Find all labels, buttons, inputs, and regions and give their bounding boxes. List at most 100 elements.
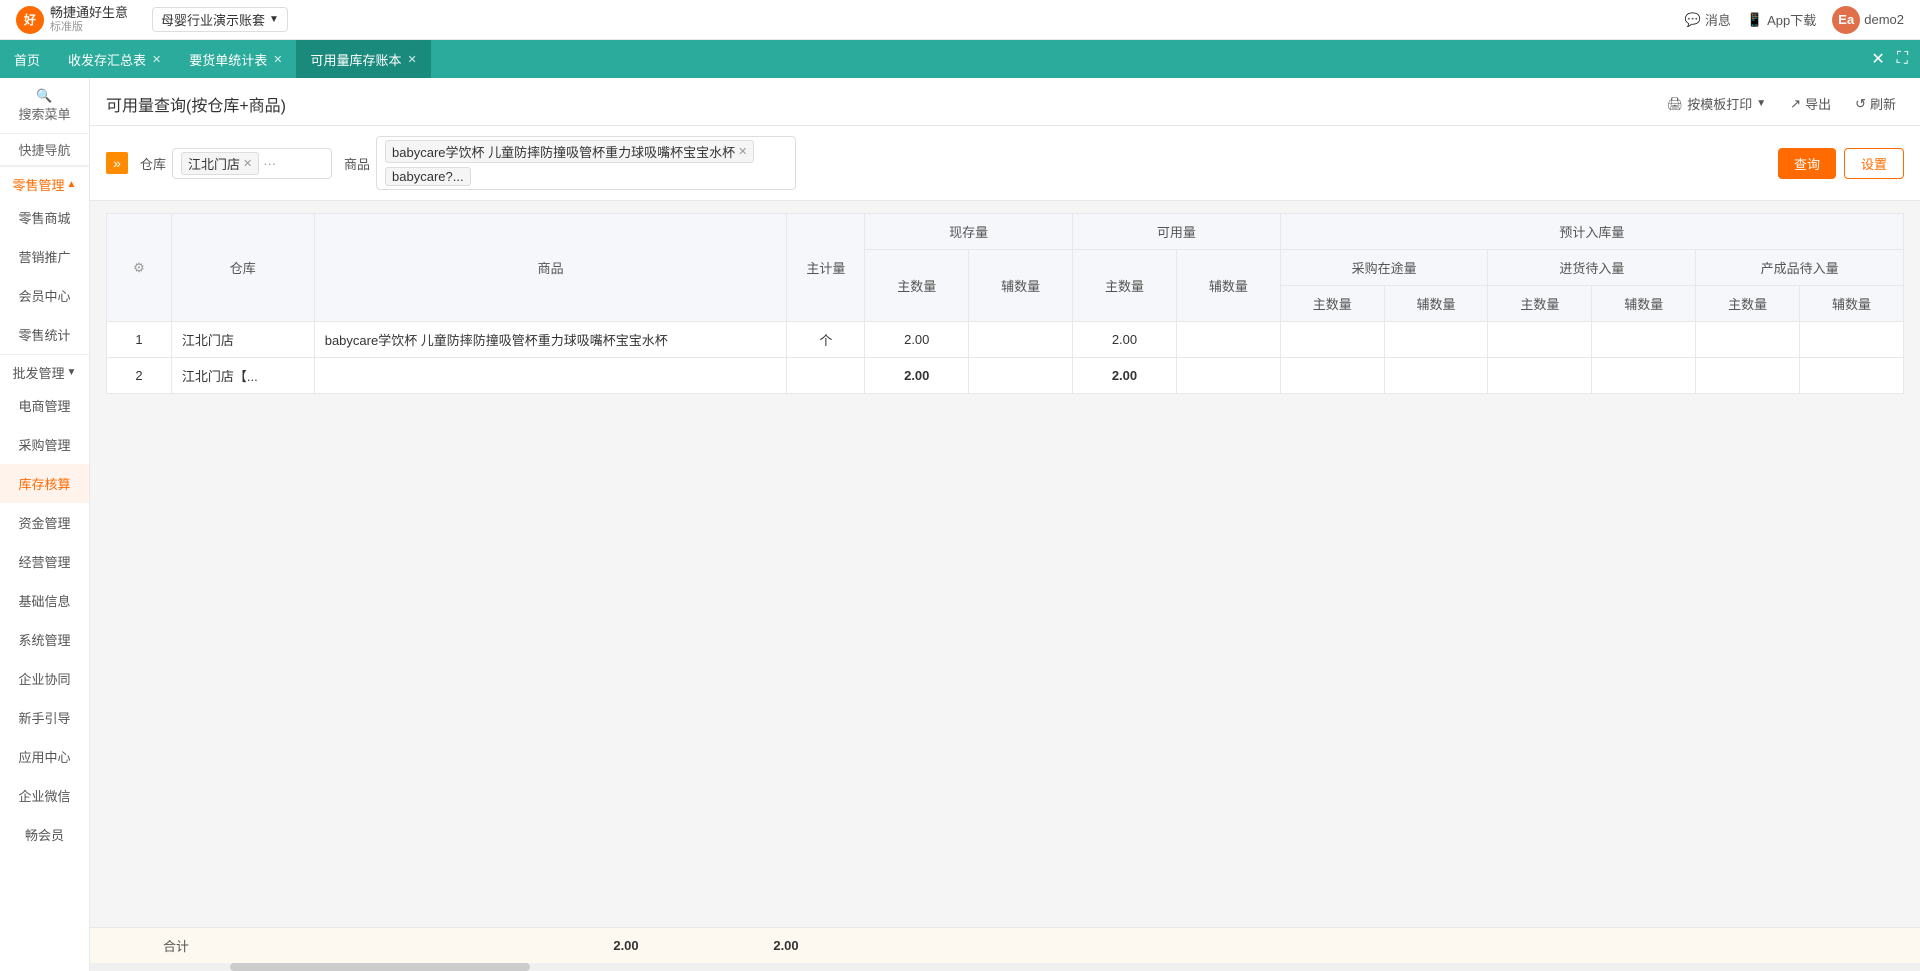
cell-products-pending-main-0 — [1696, 322, 1800, 358]
cell-current-main-1: 2.00 — [865, 358, 969, 394]
sidebar-item-wholesale-mgmt[interactable]: 批发管理 ▼ — [0, 354, 89, 386]
table-container: ⚙ 仓库 商品 主计量 现存量 — [90, 201, 1920, 927]
setting-button[interactable]: 设置 — [1844, 148, 1904, 179]
page-header: 可用量查询(按仓库+商品) 🖨 按模板打印 ▼ ↗ 导出 ↺ 刷新 — [90, 78, 1920, 126]
logo-text: 畅捷通好生意 标准版 — [50, 5, 128, 34]
sidebar-item-ecommerce[interactable]: 电商管理 — [0, 386, 89, 425]
settings-icon[interactable]: ⚙ — [133, 260, 145, 275]
warehouse-filter-group: 仓库 江北门店 ✕ ··· — [140, 148, 332, 179]
chevron-down-icon: ▼ — [269, 14, 279, 25]
sidebar-item-vip-member[interactable]: 畅会员 — [0, 815, 89, 854]
cell-current-aux-0 — [969, 322, 1073, 358]
th-purchase-transit-aux: 辅数量 — [1384, 286, 1488, 322]
sidebar-item-app-center[interactable]: 应用中心 — [0, 737, 89, 776]
cell-seq-0: 1 — [107, 322, 172, 358]
sidebar-item-operations[interactable]: 经营管理 — [0, 542, 89, 581]
cell-product-0: babycare学饮杯 儿童防摔防撞吸管杯重力球吸嘴杯宝宝水杯 — [314, 322, 787, 358]
message-button[interactable]: 💬 消息 — [1685, 10, 1731, 29]
th-available-aux: 辅数量 — [1176, 250, 1280, 322]
sidebar: 🔍 搜索菜单 快捷导航 零售管理 ▲ 零售商城 营销推广 会员中心 零售统计 批… — [0, 78, 90, 971]
filter-actions: 查询 设置 — [1778, 148, 1904, 179]
th-current-main: 主数量 — [865, 250, 969, 322]
th-goods-pending-main: 主数量 — [1488, 286, 1592, 322]
print-icon: 🖨 — [1667, 96, 1684, 112]
refresh-button[interactable]: ↺ 刷新 — [1847, 90, 1904, 117]
cell-purchase-transit-main-0 — [1280, 322, 1384, 358]
app-icon: 📱 — [1747, 12, 1763, 28]
sidebar-item-finance[interactable]: 资金管理 — [0, 503, 89, 542]
th-purchase-transit-main: 主数量 — [1280, 286, 1384, 322]
export-button[interactable]: ↗ 导出 — [1782, 90, 1839, 117]
close-all-tabs-icon[interactable]: ✕ — [1871, 49, 1884, 69]
product-tag-close-0[interactable]: ✕ — [738, 145, 747, 158]
warehouse-tag-close[interactable]: ✕ — [243, 157, 252, 170]
user-menu[interactable]: Ea demo2 — [1832, 6, 1904, 34]
query-button[interactable]: 查询 — [1778, 148, 1836, 179]
search-icon: 🔍 — [36, 88, 52, 103]
tab-receipts[interactable]: 收发存汇总表 ✕ — [54, 40, 175, 78]
tab-bar: 首页 收发存汇总表 ✕ 要货单统计表 ✕ 可用量库存账本 ✕ ✕ ⛶ — [0, 40, 1920, 78]
avatar: Ea — [1832, 6, 1860, 34]
sidebar-item-enterprise-wechat[interactable]: 企业微信 — [0, 776, 89, 815]
cell-current-aux-1 — [969, 358, 1073, 394]
product-filter-label: 商品 — [344, 154, 370, 173]
footer-label: 合计 — [106, 936, 246, 955]
export-icon: ↗ — [1790, 96, 1801, 112]
th-current-stock: 现存量 — [865, 214, 1073, 250]
tab-close-available[interactable]: ✕ — [408, 53, 417, 66]
sidebar-item-marketing[interactable]: 营销推广 — [0, 237, 89, 276]
page-content: 可用量查询(按仓库+商品) 🖨 按模板打印 ▼ ↗ 导出 ↺ 刷新 » — [90, 78, 1920, 971]
print-button[interactable]: 🖨 按模板打印 ▼ — [1659, 90, 1774, 117]
th-forecast-in: 预计入库量 — [1280, 214, 1903, 250]
footer-current-main: 2.00 — [586, 938, 666, 953]
tab-orders[interactable]: 要货单统计表 ✕ — [175, 40, 296, 78]
scroll-thumb[interactable] — [230, 963, 530, 971]
th-products-pending-aux: 辅数量 — [1800, 286, 1904, 322]
sidebar-item-inventory[interactable]: 库存核算 — [0, 464, 89, 503]
main-area: 🔍 搜索菜单 快捷导航 零售管理 ▲ 零售商城 营销推广 会员中心 零售统计 批… — [0, 78, 1920, 971]
industry-selector[interactable]: 母婴行业演示账套 ▼ — [152, 7, 288, 32]
sidebar-item-enterprise[interactable]: 企业协同 — [0, 659, 89, 698]
tab-bar-actions: ✕ ⛶ — [1859, 49, 1920, 69]
cell-warehouse-1: 江北门店【... — [171, 358, 314, 394]
th-unit: 主计量 — [787, 214, 865, 322]
tab-close-orders[interactable]: ✕ — [273, 53, 282, 66]
table-row: 2 江北门店【... 2.00 2.00 — [107, 358, 1904, 394]
cell-products-pending-aux-0 — [1800, 322, 1904, 358]
warehouse-filter-input[interactable]: 江北门店 ✕ ··· — [172, 148, 332, 179]
sidebar-item-member[interactable]: 会员中心 — [0, 276, 89, 315]
sidebar-item-purchase[interactable]: 采购管理 — [0, 425, 89, 464]
refresh-icon: ↺ — [1855, 96, 1866, 112]
warehouse-filter-label: 仓库 — [140, 154, 166, 173]
cell-products-pending-main-1 — [1696, 358, 1800, 394]
sidebar-item-retail-mgmt[interactable]: 零售管理 ▲ — [0, 166, 89, 198]
tab-close-receipts[interactable]: ✕ — [152, 53, 161, 66]
th-available: 可用量 — [1073, 214, 1281, 250]
print-chevron-icon: ▼ — [1756, 98, 1766, 109]
tab-home[interactable]: 首页 — [0, 40, 54, 78]
sidebar-quick-nav[interactable]: 快捷导航 — [0, 134, 89, 166]
sidebar-search[interactable]: 🔍 搜索菜单 — [0, 78, 89, 134]
cell-goods-pending-aux-1 — [1592, 358, 1696, 394]
sidebar-item-new-guide[interactable]: 新手引导 — [0, 698, 89, 737]
sidebar-item-system[interactable]: 系统管理 — [0, 620, 89, 659]
warehouse-tag: 江北门店 ✕ — [181, 152, 259, 175]
th-available-main: 主数量 — [1073, 250, 1177, 322]
th-goods-pending-aux: 辅数量 — [1592, 286, 1696, 322]
cell-products-pending-aux-1 — [1800, 358, 1904, 394]
sidebar-item-retail-mall[interactable]: 零售商城 — [0, 198, 89, 237]
data-table: ⚙ 仓库 商品 主计量 现存量 — [106, 213, 1904, 394]
cell-purchase-transit-main-1 — [1280, 358, 1384, 394]
expand-icon[interactable]: ⛶ — [1897, 50, 1908, 68]
product-tag-0: babycare学饮杯 儿童防摔防撞吸管杯重力球吸嘴杯宝宝水杯 ✕ — [385, 140, 754, 163]
app-download-button[interactable]: 📱 App下载 — [1747, 10, 1816, 29]
tab-available[interactable]: 可用量库存账本 ✕ — [296, 40, 430, 78]
page-title: 可用量查询(按仓库+商品) — [106, 92, 286, 116]
th-settings: ⚙ — [107, 214, 172, 322]
cell-product-1 — [314, 358, 787, 394]
cell-unit-0: 个 — [787, 322, 865, 358]
filter-expand-button[interactable]: » — [106, 152, 128, 174]
product-filter-input[interactable]: babycare学饮杯 儿童防摔防撞吸管杯重力球吸嘴杯宝宝水杯 ✕ babyca… — [376, 136, 796, 190]
sidebar-item-retail-stats[interactable]: 零售统计 — [0, 315, 89, 354]
sidebar-item-base-info[interactable]: 基础信息 — [0, 581, 89, 620]
